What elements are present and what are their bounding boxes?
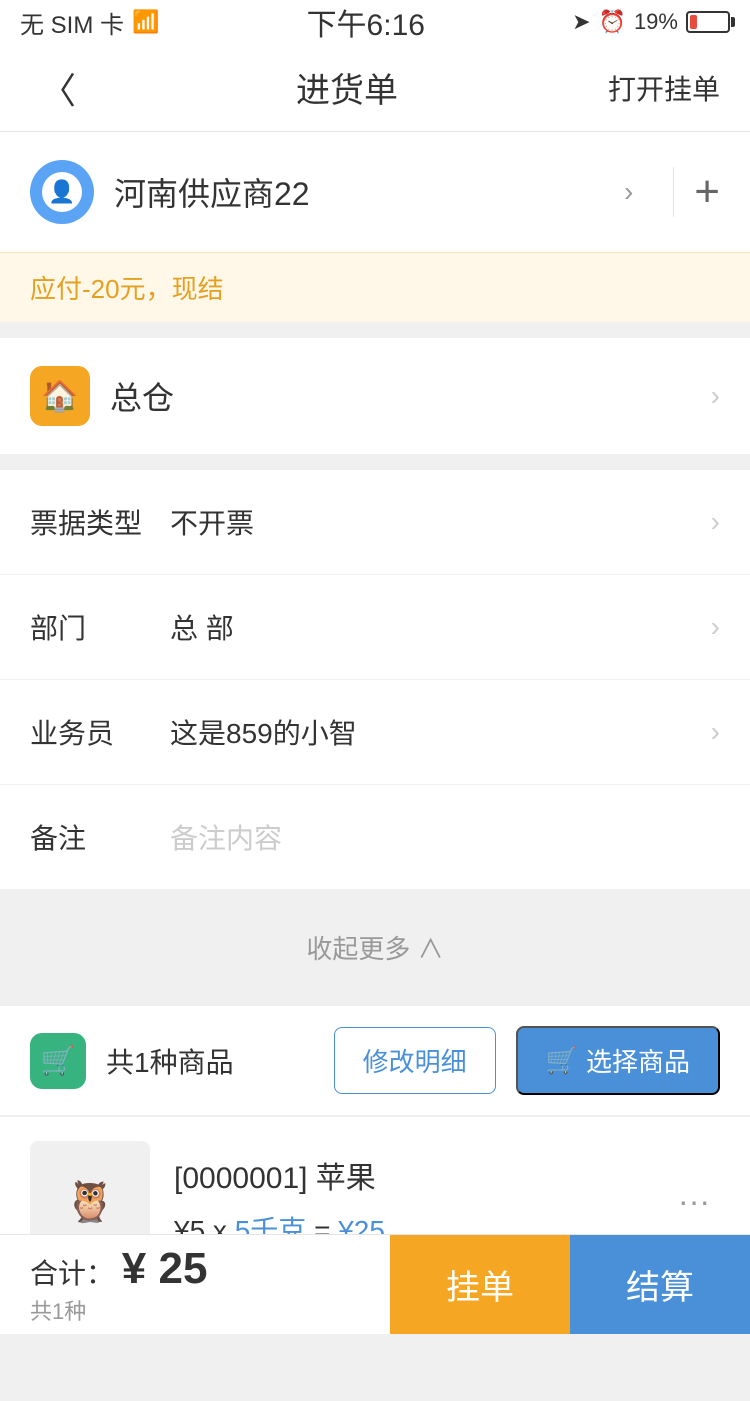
department-value: 总 部 bbox=[170, 607, 711, 647]
page-title: 进货单 bbox=[296, 63, 398, 112]
footer-total-label: 合计： bbox=[30, 1258, 114, 1289]
remark-placeholder: 备注内容 bbox=[170, 817, 720, 857]
select-product-button[interactable]: 🛒 选择商品 bbox=[516, 1026, 720, 1095]
supplier-row[interactable]: 👤 河南供应商22 › + bbox=[0, 132, 750, 252]
footer-total-line: 合计： ¥ 25 bbox=[30, 1244, 360, 1294]
warehouse-icon: 🏠 bbox=[30, 366, 90, 426]
product-header: 🛒 共1种商品 修改明细 🛒 选择商品 bbox=[0, 1006, 750, 1115]
supplier-arrow-icon: › bbox=[624, 176, 633, 208]
main-content: 👤 河南供应商22 › + 应付-20元，现结 🏠 总仓 › 票据类型 不开票 … bbox=[0, 132, 750, 1401]
warehouse-name: 总仓 bbox=[110, 373, 711, 419]
product-thumbnail-icon: 🦉 bbox=[65, 1178, 115, 1225]
warehouse-arrow-icon: › bbox=[711, 380, 720, 412]
department-arrow-icon: › bbox=[711, 611, 720, 643]
location-icon: ➤ bbox=[572, 9, 590, 35]
supplier-avatar: 👤 bbox=[30, 160, 94, 224]
status-bar: 无 SIM 卡 📶 下午6:16 ➤ ⏰ 19% bbox=[0, 0, 750, 44]
footer-total: 合计： ¥ 25 共1种 bbox=[0, 1244, 390, 1326]
settle-button[interactable]: 结算 bbox=[570, 1235, 750, 1334]
department-row[interactable]: 部门 总 部 › bbox=[0, 575, 750, 680]
supplier-card: 👤 河南供应商22 › + 应付-20元，现结 bbox=[0, 132, 750, 322]
supplier-divider bbox=[673, 167, 674, 217]
ticket-type-value: 不开票 bbox=[170, 502, 711, 542]
battery-percent: 19% bbox=[634, 9, 678, 35]
ticket-type-arrow-icon: › bbox=[711, 506, 720, 538]
footer-total-count: 共1种 bbox=[30, 1294, 360, 1326]
battery-icon bbox=[686, 11, 730, 33]
product-count-text: 共1种商品 bbox=[106, 1041, 314, 1081]
warehouse-card[interactable]: 🏠 总仓 › bbox=[0, 338, 750, 454]
remark-row[interactable]: 备注 备注内容 bbox=[0, 785, 750, 889]
back-button[interactable]: 〈 bbox=[30, 52, 86, 124]
ticket-type-row[interactable]: 票据类型 不开票 › bbox=[0, 470, 750, 575]
carrier-label: 无 SIM 卡 bbox=[20, 5, 124, 40]
product-count-icon: 🛒 bbox=[30, 1033, 86, 1089]
select-product-icon: 🛒 bbox=[546, 1045, 578, 1076]
collapse-bar[interactable]: 收起更多 ∧ bbox=[0, 905, 750, 990]
salesperson-label: 业务员 bbox=[30, 712, 150, 752]
product-more-button[interactable]: ··· bbox=[668, 1173, 720, 1230]
warehouse-row[interactable]: 🏠 总仓 › bbox=[0, 338, 750, 454]
modify-detail-button[interactable]: 修改明细 bbox=[334, 1027, 496, 1094]
remark-label: 备注 bbox=[30, 817, 150, 857]
avatar-inner: 👤 bbox=[42, 172, 82, 212]
salesperson-value: 这是859的小智 bbox=[170, 712, 711, 752]
ticket-type-label: 票据类型 bbox=[30, 502, 150, 542]
supplier-name: 河南供应商22 bbox=[114, 169, 624, 215]
status-time: 下午6:16 bbox=[307, 0, 425, 44]
supplier-add-button[interactable]: + bbox=[694, 167, 720, 217]
footer-total-amount: ¥ 25 bbox=[122, 1244, 208, 1293]
credit-banner: 应付-20元，现结 bbox=[0, 252, 750, 322]
select-product-label: 选择商品 bbox=[586, 1042, 690, 1079]
footer: 合计： ¥ 25 共1种 挂单 结算 bbox=[0, 1234, 750, 1334]
product-name: [0000001] 苹果 bbox=[174, 1153, 644, 1197]
battery-fill bbox=[690, 15, 697, 29]
hold-order-button[interactable]: 挂单 bbox=[390, 1235, 570, 1334]
alarm-icon: ⏰ bbox=[599, 9, 626, 35]
department-label: 部门 bbox=[30, 607, 150, 647]
salesperson-row[interactable]: 业务员 这是859的小智 › bbox=[0, 680, 750, 785]
status-left: 无 SIM 卡 📶 bbox=[20, 5, 159, 40]
nav-bar: 〈 进货单 打开挂单 bbox=[0, 44, 750, 132]
wifi-icon: 📶 bbox=[132, 9, 159, 35]
salesperson-arrow-icon: › bbox=[711, 716, 720, 748]
open-hold-button[interactable]: 打开挂单 bbox=[608, 68, 720, 108]
credit-text: 应付-20元，现结 bbox=[30, 274, 224, 304]
product-code: [0000001] 苹果 bbox=[174, 1162, 376, 1195]
status-right: ➤ ⏰ 19% bbox=[572, 9, 730, 35]
form-card: 票据类型 不开票 › 部门 总 部 › 业务员 这是859的小智 › 备注 备注… bbox=[0, 470, 750, 889]
collapse-label: 收起更多 ∧ bbox=[306, 934, 443, 964]
